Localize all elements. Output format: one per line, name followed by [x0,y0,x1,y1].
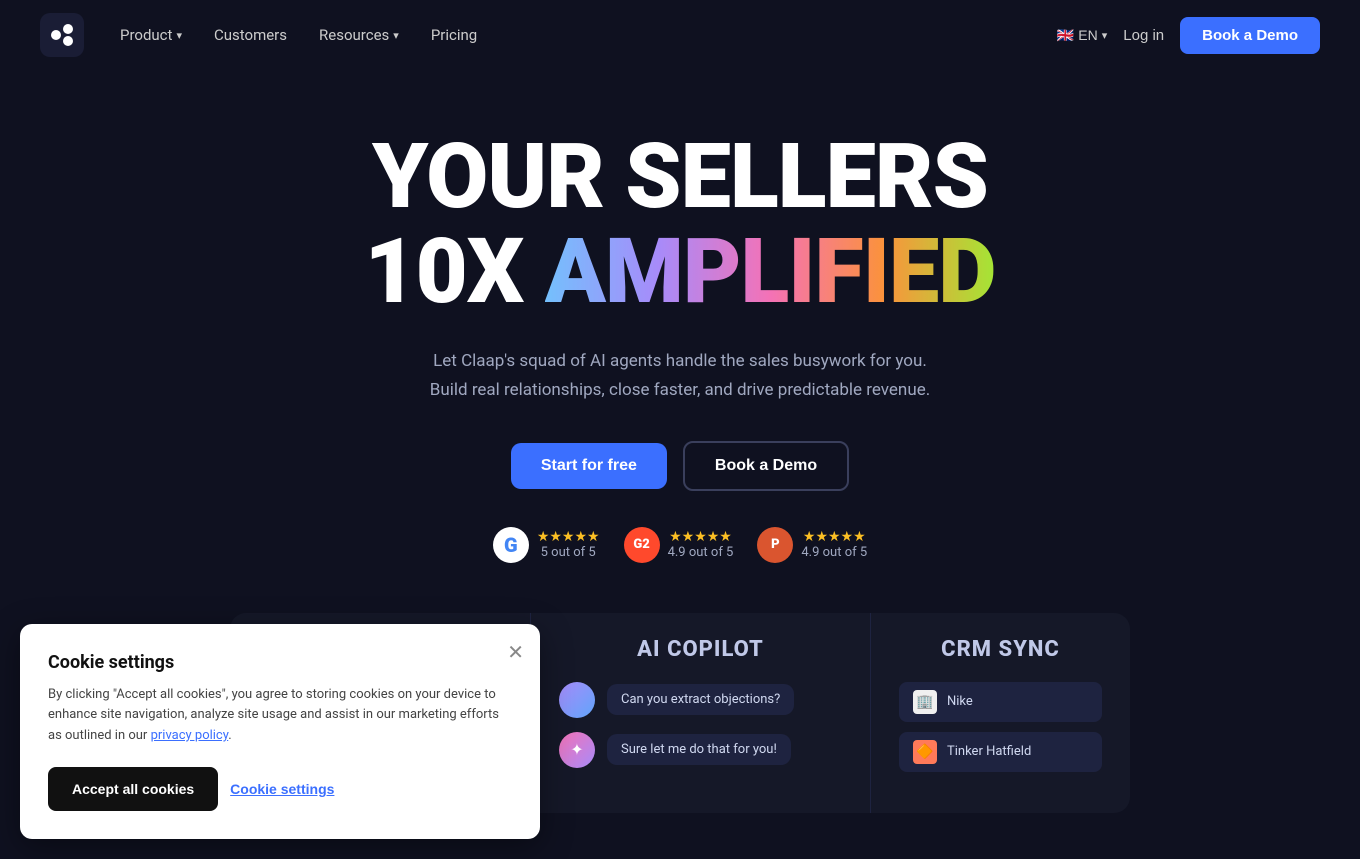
nav-pricing[interactable]: Pricing [431,26,477,44]
product-hunt-badge: P [757,527,793,563]
book-demo-button-hero[interactable]: Book a Demo [683,441,849,491]
logo-icon [40,13,84,57]
product-rating-text: 4.9 out of 5 [801,545,867,560]
chevron-down-icon: ▾ [176,29,182,42]
ai-copilot-panel: AI COPILOT Can you extract objections? ✦… [530,613,870,813]
crm-item-hubspot: 🔶 Tinker Hatfield [899,732,1102,772]
nav-resources[interactable]: Resources ▾ [319,26,399,44]
hubspot-icon: 🔶 [913,740,937,764]
crm-label-nike: Nike [947,694,973,709]
close-cookie-button[interactable]: ✕ [507,640,524,665]
user-avatar [559,682,595,718]
ratings-row: G ★★★★★ 5 out of 5 G2 ★★★★★ 4.9 out of 5… [493,527,867,563]
navbar: Product ▾ Customers Resources ▾ Pricing … [0,0,1360,70]
chat-bubble-user: Can you extract objections? [607,684,794,715]
chevron-down-icon: ▾ [1102,29,1108,42]
login-button[interactable]: Log in [1123,27,1164,44]
accept-cookies-button[interactable]: Accept all cookies [48,767,218,811]
cookie-settings-button[interactable]: Cookie settings [230,781,334,797]
g2-badge: G2 [624,527,660,563]
g2-rating-text: 4.9 out of 5 [668,545,734,560]
chat-message-user: Can you extract objections? [559,682,842,718]
privacy-policy-link[interactable]: privacy policy [151,728,229,743]
crm-label-hubspot: Tinker Hatfield [947,744,1031,759]
hero-buttons: Start for free Book a Demo [511,441,849,491]
rating-google: G ★★★★★ 5 out of 5 [493,527,600,563]
chevron-down-icon: ▾ [393,29,399,42]
cookie-banner: ✕ Cookie settings By clicking "Accept al… [20,624,540,839]
product-stars: ★★★★★ [801,529,867,545]
nav-right: 🇬🇧 EN ▾ Log in Book a Demo [1057,17,1320,54]
logo[interactable] [40,13,84,57]
rating-product: P ★★★★★ 4.9 out of 5 [757,527,867,563]
cookie-body: By clicking "Accept all cookies", you ag… [48,685,512,747]
cookie-buttons: Accept all cookies Cookie settings [48,767,512,811]
crm-sync-panel: CRM SYNC 🏢 Nike 🔶 Tinker Hatfield [870,613,1130,813]
google-rating-text: 5 out of 5 [537,545,600,560]
hero-subtitle: Let Claap's squad of AI agents handle th… [430,347,930,405]
ai-copilot-title: AI COPILOT [559,637,842,662]
language-selector[interactable]: 🇬🇧 EN ▾ [1057,27,1107,44]
rating-g2: G2 ★★★★★ 4.9 out of 5 [624,527,734,563]
book-demo-button-nav[interactable]: Book a Demo [1180,17,1320,54]
google-stars: ★★★★★ [537,529,600,545]
cookie-title: Cookie settings [48,652,512,673]
chat-bubble-ai: Sure let me do that for you! [607,734,791,765]
nav-links: Product ▾ Customers Resources ▾ Pricing [120,26,477,44]
crm-item-nike: 🏢 Nike [899,682,1102,722]
crm-sync-title: CRM SYNC [899,637,1102,662]
nav-customers[interactable]: Customers [214,26,287,44]
ai-avatar: ✦ [559,732,595,768]
chat-message-ai: ✦ Sure let me do that for you! [559,732,842,768]
g2-stars: ★★★★★ [668,529,734,545]
nike-icon: 🏢 [913,690,937,714]
google-badge: G [493,527,529,563]
nav-product[interactable]: Product ▾ [120,26,182,44]
flag-icon: 🇬🇧 [1057,27,1074,44]
start-free-button[interactable]: Start for free [511,443,667,489]
hero-title: YOUR SELLERS 10X AMPLIFIED [364,130,995,319]
